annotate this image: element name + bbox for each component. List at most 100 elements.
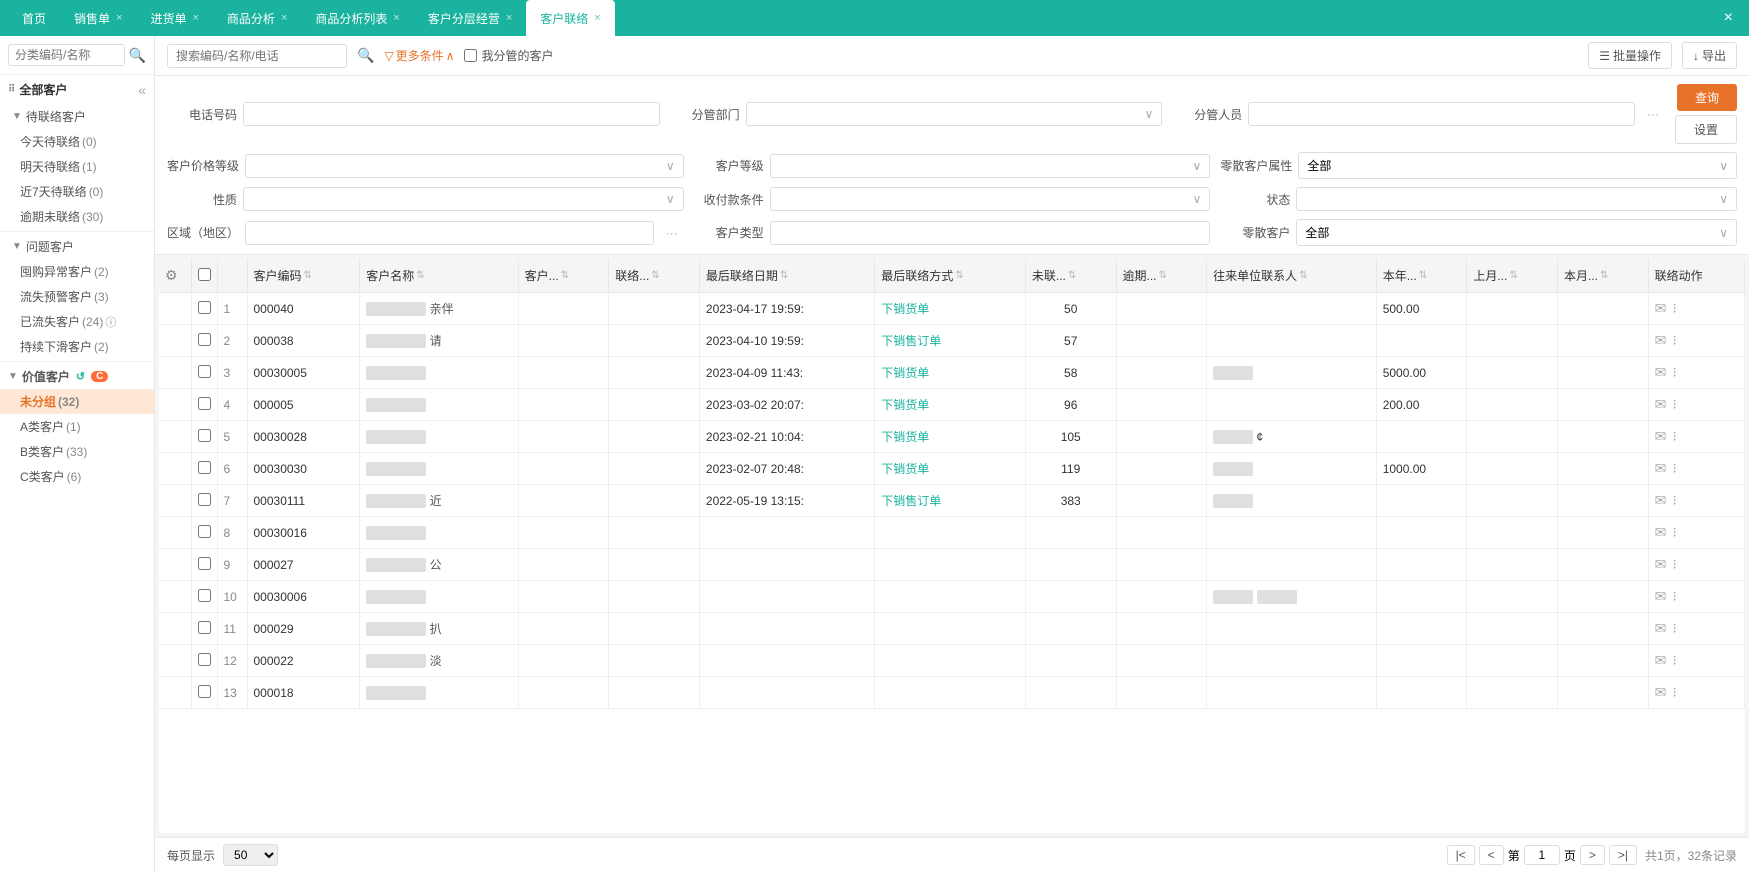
reset-button[interactable]: 设置 [1675,115,1737,144]
row-more-icon[interactable]: ⁝ [1672,652,1676,669]
tab-product-analysis-list[interactable]: 商品分析列表 × [301,0,413,36]
row-more-icon[interactable]: ⁝ [1672,428,1676,445]
row-checkbox-cell[interactable] [191,389,217,421]
query-button[interactable]: 查询 [1677,84,1737,111]
row-checkbox-cell[interactable] [191,421,217,453]
row-checkbox[interactable] [198,685,211,698]
row-more-icon[interactable]: ⁝ [1672,556,1676,573]
th-last-contact-date[interactable]: 最后联络日期⇅ [699,259,874,293]
region-more-icon[interactable]: ··· [660,226,684,240]
export-button[interactable]: ↓ 导出 [1682,42,1737,69]
row-chat-icon[interactable]: ✉ [1655,460,1667,477]
row-last-contact-method[interactable] [875,677,1026,709]
th-contact[interactable]: 联络...⇅ [609,259,700,293]
my-customers-checkbox[interactable] [464,49,477,62]
nature-select[interactable]: ∨ [243,187,684,211]
batch-op-button[interactable]: ☰ 批量操作 [1588,42,1672,69]
sidebar-item-overdue-contact[interactable]: 逾期未联络(30) [0,204,154,229]
sidebar-item-ungrouped[interactable]: 未分组(32) [0,389,154,414]
manager-input[interactable] [1248,102,1635,126]
retail-attr-select[interactable]: 全部 ∨ [1298,152,1737,179]
row-chat-icon[interactable]: ✉ [1655,492,1667,509]
row-checkbox[interactable] [198,557,211,570]
th-last-month[interactable]: 上月...⇅ [1467,259,1558,293]
sidebar-collapse-button[interactable]: « [138,82,146,98]
sidebar-group-value-customers[interactable]: ▼ 价值客户 ↺ C [0,364,154,389]
retail-customer-select[interactable]: 全部 ∨ [1296,219,1737,246]
row-chat-icon[interactable]: ✉ [1655,332,1667,349]
row-checkbox-cell[interactable] [191,357,217,389]
row-last-contact-method[interactable]: 下销售订单 [875,485,1026,517]
row-more-icon[interactable]: ⁝ [1672,588,1676,605]
refresh-value-icon[interactable]: ↺ [76,370,85,383]
th-this-year[interactable]: 本年...⇅ [1376,259,1467,293]
sidebar-item-declining[interactable]: 持续下滑客户(2) [0,334,154,359]
row-checkbox[interactable] [198,333,211,346]
row-chat-icon[interactable]: ✉ [1655,524,1667,541]
row-chat-icon[interactable]: ✉ [1655,396,1667,413]
row-more-icon[interactable]: ⁝ [1672,684,1676,701]
payment-terms-select[interactable]: ∨ [770,187,1211,211]
row-checkbox[interactable] [198,525,211,538]
tab-customer-contact[interactable]: 客户联络 × [526,0,614,36]
th-no-contact-days[interactable]: 未联...⇅ [1025,259,1116,293]
tab-product-analysis[interactable]: 商品分析 × [213,0,301,36]
phone-input[interactable] [243,102,660,126]
row-last-contact-method[interactable] [875,645,1026,677]
row-chat-icon[interactable]: ✉ [1655,652,1667,669]
row-checkbox[interactable] [198,621,211,634]
dept-select[interactable]: ∨ [746,102,1163,126]
main-search-input[interactable] [167,44,347,68]
th-this-month[interactable]: 本月...⇅ [1557,259,1648,293]
page-number-input[interactable] [1524,845,1560,865]
close-customer-tier-tab[interactable]: × [506,12,512,24]
row-checkbox[interactable] [198,461,211,474]
row-last-contact-method[interactable]: 下销货单 [875,453,1026,485]
row-checkbox-cell[interactable] [191,517,217,549]
row-last-contact-method[interactable]: 下销货单 [875,357,1026,389]
sidebar-item-today-contact[interactable]: 今天待联络(0) [0,129,154,154]
sidebar-group-pending-contact[interactable]: ▼ 待联络客户 [0,104,154,129]
tab-home[interactable]: 首页 [8,0,60,36]
sidebar-item-tomorrow-contact[interactable]: 明天待联络(1) [0,154,154,179]
sidebar-group-problem-customers[interactable]: ▼ 问题客户 [0,234,154,259]
my-customers-checkbox-label[interactable]: 我分管的客户 [464,47,553,64]
th-customer-type[interactable]: 客户...⇅ [518,259,609,293]
close-customer-contact-tab[interactable]: × [594,12,600,24]
more-conditions-button[interactable]: ▽ 更多条件 ∧ [384,47,454,64]
row-checkbox[interactable] [198,653,211,666]
row-last-contact-method[interactable] [875,613,1026,645]
row-more-icon[interactable]: ⁝ [1672,492,1676,509]
row-checkbox-cell[interactable] [191,325,217,357]
row-checkbox[interactable] [198,301,211,314]
row-last-contact-method[interactable] [875,517,1026,549]
row-last-contact-method[interactable]: 下销货单 [875,421,1026,453]
row-checkbox-cell[interactable] [191,613,217,645]
row-chat-icon[interactable]: ✉ [1655,300,1667,317]
row-checkbox[interactable] [198,397,211,410]
th-customer-code[interactable]: 客户编码⇅ [247,259,360,293]
row-more-icon[interactable]: ⁝ [1672,396,1676,413]
row-chat-icon[interactable]: ✉ [1655,364,1667,381]
row-last-contact-method[interactable]: 下销售订单 [875,325,1026,357]
row-chat-icon[interactable]: ✉ [1655,588,1667,605]
row-last-contact-method[interactable] [875,581,1026,613]
close-purchase-tab[interactable]: × [192,12,198,24]
row-more-icon[interactable]: ⁝ [1672,460,1676,477]
row-more-icon[interactable]: ⁝ [1672,332,1676,349]
th-unit-contact[interactable]: 往来单位联系人⇅ [1207,259,1377,293]
row-more-icon[interactable]: ⁝ [1672,364,1676,381]
th-settings[interactable]: ⚙ [159,259,191,293]
table-settings-icon[interactable]: ⚙ [165,267,178,283]
row-checkbox-cell[interactable] [191,485,217,517]
row-more-icon[interactable]: ⁝ [1672,300,1676,317]
sidebar-all-customers-header[interactable]: ⠿ 全部客户 « [0,75,154,104]
th-customer-name[interactable]: 客户名称⇅ [360,259,518,293]
close-sales-tab[interactable]: × [116,12,122,24]
page-size-select[interactable]: 50 20 100 [223,844,278,866]
row-chat-icon[interactable]: ✉ [1655,620,1667,637]
manager-more-icon[interactable]: ··· [1641,107,1665,121]
window-close-button[interactable]: × [1716,9,1741,27]
row-checkbox[interactable] [198,493,211,506]
row-last-contact-method[interactable]: 下销货单 [875,389,1026,421]
